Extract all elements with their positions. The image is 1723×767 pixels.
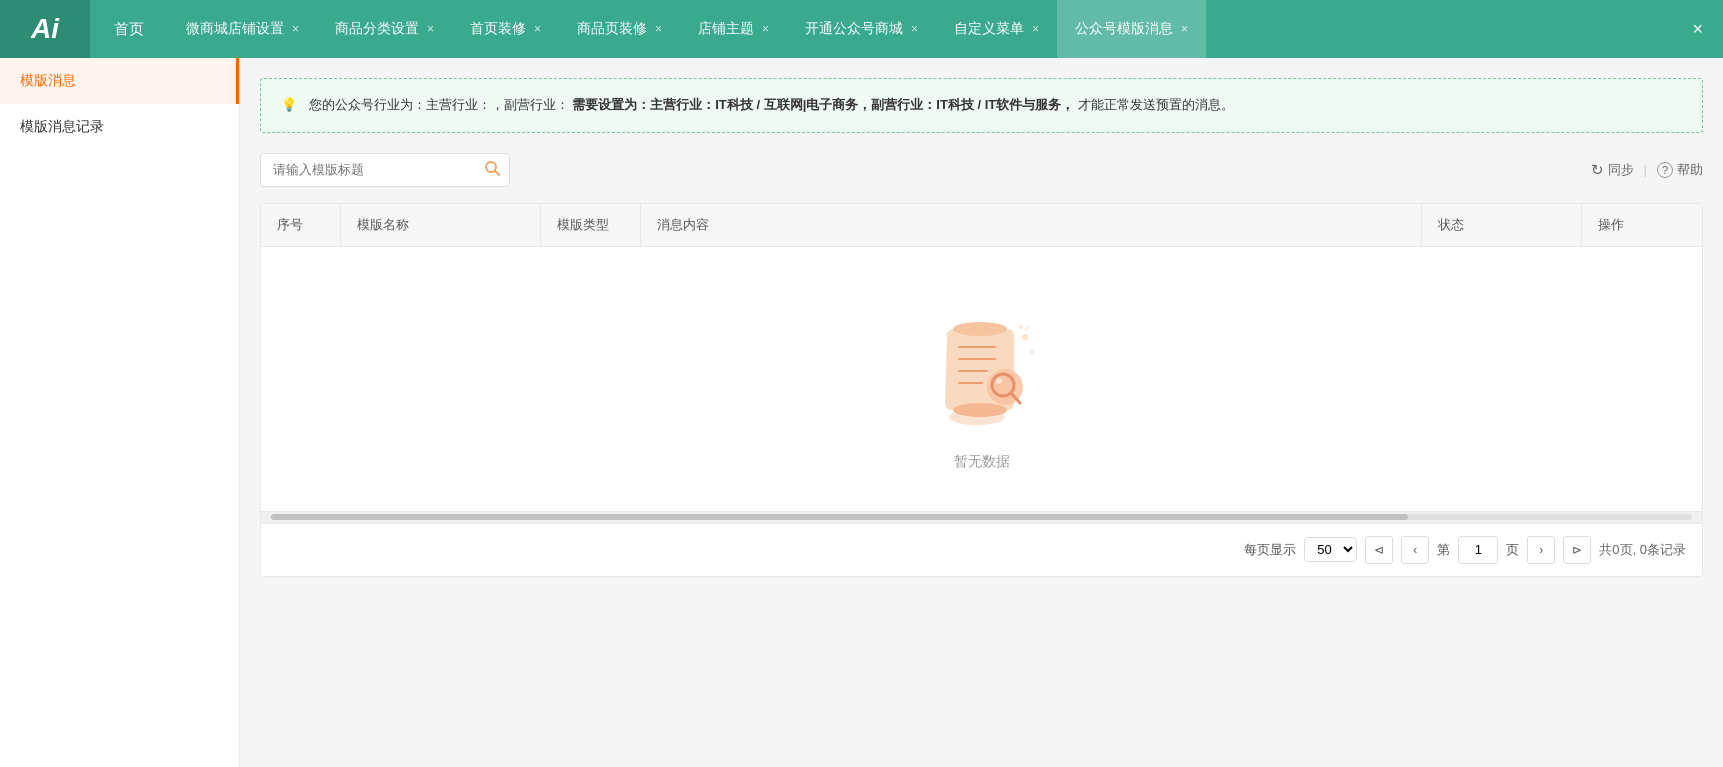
close-icon-category[interactable]: × bbox=[427, 22, 434, 36]
nav-tab-shop-setting-label: 微商城店铺设置 bbox=[186, 20, 284, 38]
search-button[interactable] bbox=[484, 160, 500, 180]
table-col-name: 模版名称 bbox=[341, 204, 541, 246]
close-icon-shop-theme[interactable]: × bbox=[762, 22, 769, 36]
first-page-button[interactable]: ⊲ bbox=[1365, 536, 1393, 564]
nav-tab-template-msg-label: 公众号模版消息 bbox=[1075, 20, 1173, 38]
page-number-input[interactable] bbox=[1458, 536, 1498, 564]
toolbar-right: ↻ 同步 | ? 帮助 bbox=[1591, 161, 1703, 179]
table-col-content: 消息内容 bbox=[641, 204, 1422, 246]
nav-tab-open-mall-label: 开通公众号商城 bbox=[805, 20, 903, 38]
nav-tab-product-decor[interactable]: 商品页装修 × bbox=[559, 0, 680, 58]
svg-point-4 bbox=[953, 403, 1007, 417]
nav-tab-custom-menu[interactable]: 自定义菜单 × bbox=[936, 0, 1057, 58]
page-label-post: 页 bbox=[1506, 541, 1519, 559]
table-col-seq: 序号 bbox=[261, 204, 341, 246]
close-icon-home-decor[interactable]: × bbox=[534, 22, 541, 36]
sidebar-item-template-message[interactable]: 模版消息 bbox=[0, 58, 239, 104]
top-navbar: Ai 首页 微商城店铺设置 × 商品分类设置 × 首页装修 × 商品页装修 × … bbox=[0, 0, 1723, 58]
nav-tab-category[interactable]: 商品分类设置 × bbox=[317, 0, 452, 58]
close-all-button[interactable]: × bbox=[1672, 19, 1723, 40]
nav-tab-shop-theme-label: 店铺主题 bbox=[698, 20, 754, 38]
content-area: 💡 您的公众号行业为：主营行业：，副营行业： 需要设置为：主营行业：IT科技 /… bbox=[240, 58, 1723, 767]
sidebar: 模版消息 模版消息记录 bbox=[0, 58, 240, 767]
page-total: 共0页, 0条记录 bbox=[1599, 541, 1686, 559]
last-page-button[interactable]: ⊳ bbox=[1563, 536, 1591, 564]
page-size-select[interactable]: 50 bbox=[1304, 537, 1357, 562]
nav-tab-home[interactable]: 首页 bbox=[90, 0, 168, 58]
svg-point-13 bbox=[1022, 334, 1028, 340]
nav-tab-product-decor-label: 商品页装修 bbox=[577, 20, 647, 38]
page-size-label: 每页显示 bbox=[1244, 541, 1296, 559]
empty-state: 暂无数据 bbox=[261, 247, 1702, 511]
svg-point-15 bbox=[1019, 325, 1023, 329]
close-icon-open-mall[interactable]: × bbox=[911, 22, 918, 36]
close-icon-shop-setting[interactable]: × bbox=[292, 22, 299, 36]
nav-tab-open-mall[interactable]: 开通公众号商城 × bbox=[787, 0, 936, 58]
nav-tab-home-label: 首页 bbox=[114, 20, 144, 39]
sync-label: 同步 bbox=[1608, 161, 1634, 179]
scrollbar-track bbox=[271, 514, 1692, 520]
svg-point-12 bbox=[996, 378, 1002, 384]
toolbar-divider: | bbox=[1644, 162, 1647, 177]
sync-button[interactable]: ↻ 同步 bbox=[1591, 161, 1634, 179]
svg-line-1 bbox=[495, 171, 499, 175]
pagination: 每页显示 50 ⊲ ‹ 第 页 › ⊳ 共0页, 0条记录 bbox=[261, 523, 1702, 576]
svg-point-14 bbox=[1030, 350, 1034, 354]
table-header: 序号 模版名称 模版类型 消息内容 状态 操作 bbox=[261, 204, 1702, 247]
svg-point-3 bbox=[953, 322, 1007, 336]
notice-box: 💡 您的公众号行业为：主营行业：，副营行业： 需要设置为：主营行业：IT科技 /… bbox=[260, 78, 1703, 133]
notice-text-highlight: 需要设置为：主营行业：IT科技 / 互联网|电子商务，副营行业：IT科技 / I… bbox=[572, 97, 1074, 112]
notice-text-suffix: 才能正常发送预置的消息。 bbox=[1078, 97, 1234, 112]
empty-illustration bbox=[917, 307, 1047, 437]
nav-tab-custom-menu-label: 自定义菜单 bbox=[954, 20, 1024, 38]
svg-line-16 bbox=[1025, 327, 1029, 331]
empty-text: 暂无数据 bbox=[954, 453, 1010, 471]
nav-tab-shop-setting[interactable]: 微商城店铺设置 × bbox=[168, 0, 317, 58]
sync-icon: ↻ bbox=[1591, 161, 1604, 179]
prev-page-button[interactable]: ‹ bbox=[1401, 536, 1429, 564]
nav-tab-category-label: 商品分类设置 bbox=[335, 20, 419, 38]
close-icon-custom-menu[interactable]: × bbox=[1032, 22, 1039, 36]
scrollbar-thumb[interactable] bbox=[271, 514, 1408, 520]
horizontal-scrollbar[interactable] bbox=[261, 511, 1702, 523]
search-bar: ↻ 同步 | ? 帮助 bbox=[260, 153, 1703, 187]
help-button[interactable]: ? 帮助 bbox=[1657, 161, 1703, 179]
sidebar-item-template-message-label: 模版消息 bbox=[20, 72, 76, 88]
help-icon: ? bbox=[1657, 162, 1673, 178]
data-table: 序号 模版名称 模版类型 消息内容 状态 操作 bbox=[260, 203, 1703, 577]
table-col-type: 模版类型 bbox=[541, 204, 641, 246]
sidebar-item-template-message-record[interactable]: 模版消息记录 bbox=[0, 104, 239, 150]
search-input-wrap bbox=[260, 153, 510, 187]
page-label-pre: 第 bbox=[1437, 541, 1450, 559]
next-page-button[interactable]: › bbox=[1527, 536, 1555, 564]
close-icon-product-decor[interactable]: × bbox=[655, 22, 662, 36]
logo-area: Ai bbox=[0, 0, 90, 58]
notice-text-prefix: 您的公众号行业为：主营行业：，副营行业： bbox=[309, 97, 569, 112]
nav-tab-home-decor-label: 首页装修 bbox=[470, 20, 526, 38]
help-label: 帮助 bbox=[1677, 161, 1703, 179]
search-input[interactable] bbox=[260, 153, 510, 187]
logo-text: Ai bbox=[31, 13, 59, 45]
main-layout: 模版消息 模版消息记录 💡 您的公众号行业为：主营行业：，副营行业： 需要设置为… bbox=[0, 58, 1723, 767]
notice-bulb-icon: 💡 bbox=[281, 97, 297, 112]
table-col-action: 操作 bbox=[1582, 204, 1702, 246]
nav-tab-template-msg[interactable]: 公众号模版消息 × bbox=[1057, 0, 1206, 58]
nav-tab-home-decor[interactable]: 首页装修 × bbox=[452, 0, 559, 58]
nav-tab-shop-theme[interactable]: 店铺主题 × bbox=[680, 0, 787, 58]
close-icon-template-msg[interactable]: × bbox=[1181, 22, 1188, 36]
sidebar-item-template-message-record-label: 模版消息记录 bbox=[20, 118, 104, 134]
table-col-status: 状态 bbox=[1422, 204, 1582, 246]
